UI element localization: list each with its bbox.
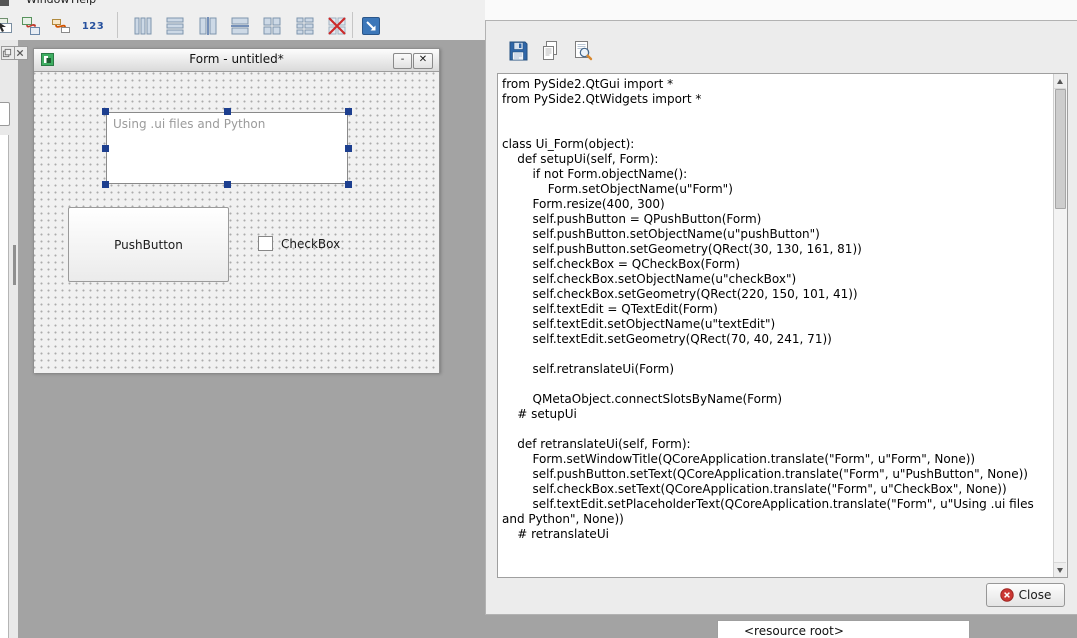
checkbox-label: CheckBox [281,237,340,251]
layout-vertical-icon[interactable] [164,15,186,37]
edit-signals-slots-icon[interactable] [20,15,42,37]
widget-box-dock [0,40,18,638]
resize-handle-left[interactable] [102,145,109,152]
textedit-placeholder: Using .ui files and Python [113,117,265,131]
resource-root-item[interactable]: <resource root> [744,624,844,638]
minimize-button[interactable]: - [393,53,412,69]
layout-vertical-splitter-icon[interactable] [229,15,251,37]
resize-handle-bottom-right[interactable] [345,181,352,188]
adjust-size-icon[interactable] [360,15,382,37]
pushbutton-label: PushButton [114,238,183,252]
form-canvas[interactable]: Using .ui files and Python PushButton Ch… [34,72,439,373]
edit-widgets-icon[interactable] [0,15,14,37]
resize-handle-bottom[interactable] [224,181,231,188]
resize-handle-top-right[interactable] [345,108,352,115]
textedit-widget[interactable]: Using .ui files and Python [106,112,348,184]
checkbox-widget[interactable]: CheckBox [258,236,340,251]
menu-help[interactable]: Help [71,0,96,6]
form-window-title: Form - untitled* [34,52,439,66]
edit-buddies-icon[interactable] [50,15,72,37]
resize-handle-bottom-left[interactable] [102,181,109,188]
dock-float-button[interactable] [1,46,15,60]
code-area: from PySide2.QtGui import * from PySide2… [497,73,1068,578]
scroll-up-icon[interactable] [1054,74,1066,89]
menu-window[interactable]: Window [26,0,69,6]
close-button-label: Close [1019,588,1052,602]
code-view[interactable]: from PySide2.QtGui import * from PySide2… [498,74,1054,577]
tab-order-label: 123 [82,21,104,32]
layout-horizontal-icon[interactable] [132,15,154,37]
edit-tab-order-icon[interactable]: 123 [82,15,104,37]
window-icon-fragment [0,0,10,7]
copy-icon[interactable] [538,39,562,63]
close-icon [15,48,25,58]
scrollbar-thumb[interactable] [1055,89,1066,209]
layout-grid-icon[interactable] [261,15,283,37]
scroll-down-icon[interactable] [1054,562,1066,577]
toolbar-separator [352,12,353,38]
widget-box-list [0,135,9,638]
close-button[interactable]: ✕ [413,53,433,69]
layout-form-icon[interactable] [294,15,316,37]
pushbutton-widget[interactable]: PushButton [68,207,229,282]
resource-panel: <resource root> [717,620,970,638]
toolbar-separator [117,12,118,38]
float-icon [2,48,12,58]
form-window-titlebar[interactable]: Form - untitled* - ✕ [34,49,439,72]
dock-close-button[interactable] [14,46,28,60]
resize-handle-right[interactable] [345,145,352,152]
checkbox-indicator[interactable] [258,236,273,251]
code-vertical-scrollbar[interactable] [1053,74,1067,577]
qt-designer-screen: Window Help 123 [0,0,1077,638]
form-window: Form - untitled* - ✕ Using .ui files and… [33,48,440,373]
layout-horizontal-splitter-icon[interactable] [197,15,219,37]
dialog-backdrop [485,0,1077,21]
break-layout-icon[interactable] [326,15,348,37]
save-icon[interactable] [506,39,530,63]
resize-handle-top-left[interactable] [102,108,109,115]
dock-scrollbar-thumb[interactable] [13,245,16,285]
close-circle-icon [1000,588,1014,602]
resize-handle-top[interactable] [224,108,231,115]
textedit-selection: Using .ui files and Python [106,112,348,184]
dialog-close-button[interactable]: Close [986,583,1065,607]
code-preview-dialog: from PySide2.QtGui import * from PySide2… [485,20,1077,615]
widget-filter-input[interactable] [0,102,10,126]
find-icon[interactable] [571,39,595,63]
